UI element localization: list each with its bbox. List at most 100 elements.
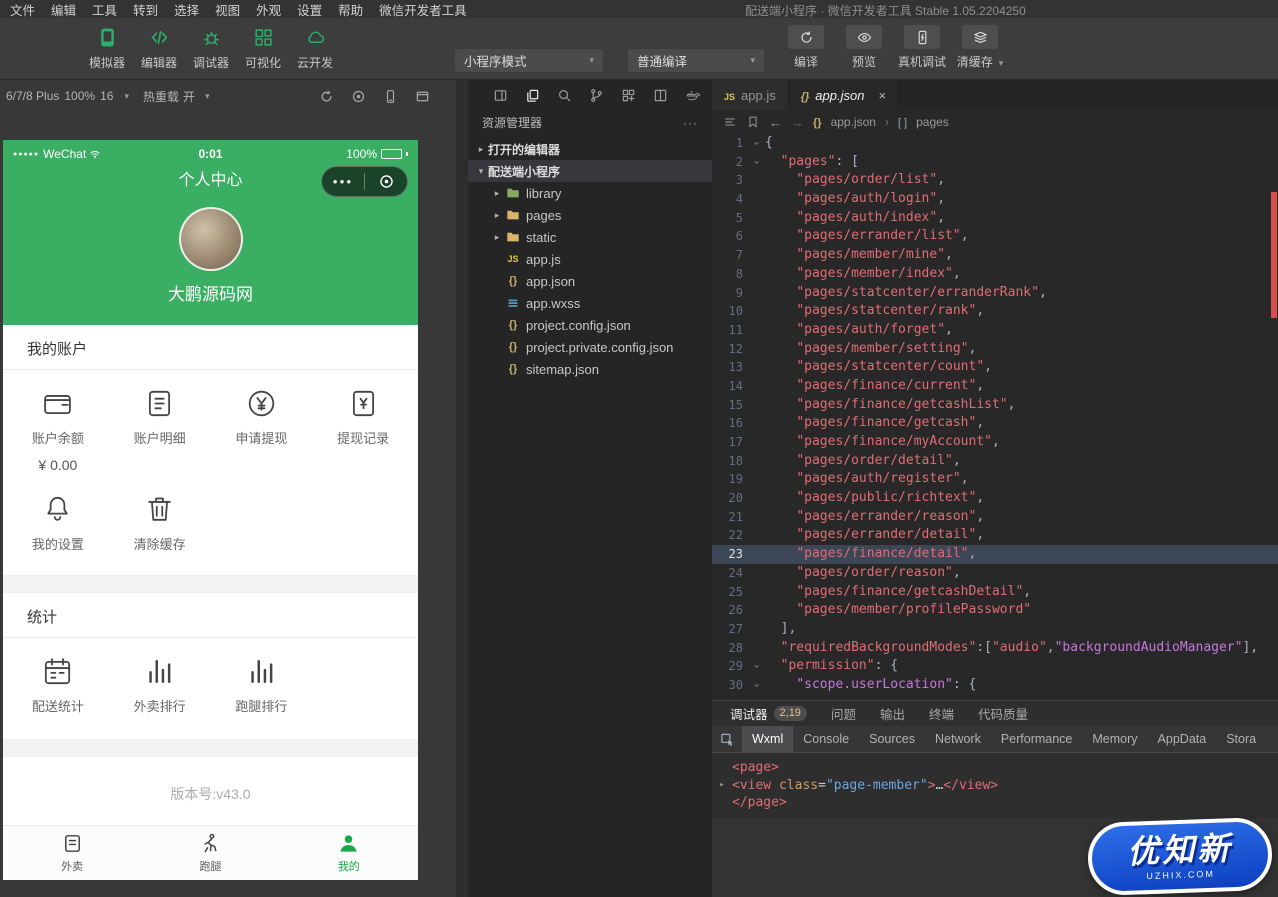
code-line[interactable]: 30 › "scope.userLocation": {	[712, 676, 1278, 695]
wxml-node[interactable]: </page>	[712, 794, 1278, 812]
devtools-tab[interactable]: Console	[793, 726, 859, 752]
menu-item[interactable]: 外观	[256, 0, 281, 19]
files-icon[interactable]	[525, 88, 540, 103]
tree-item[interactable]: ▾ 配送端小程序	[468, 160, 712, 182]
code-line[interactable]: 9 "pages/statcenter/erranderRank",	[712, 284, 1278, 303]
devtools-tab[interactable]: Performance	[991, 726, 1083, 752]
toolbar-button[interactable]: 云开发	[292, 25, 338, 71]
compile-mode-select[interactable]: 普通编译 ▾	[628, 49, 764, 72]
code-line[interactable]: 22 "pages/errander/detail",	[712, 526, 1278, 545]
search-icon[interactable]	[557, 88, 572, 103]
code-line[interactable]: 17 "pages/finance/myAccount",	[712, 433, 1278, 452]
code-line[interactable]: 19 "pages/auth/register",	[712, 470, 1278, 489]
code-line[interactable]: 23 "pages/finance/detail",	[712, 545, 1278, 564]
code-line[interactable]: 26 "pages/member/profilePassword"	[712, 601, 1278, 620]
menu-item[interactable]: 选择	[174, 0, 199, 19]
debugger-tab[interactable]: 问题	[831, 704, 856, 723]
settings-menu-item[interactable]: 清除缓存	[109, 493, 211, 553]
record-icon[interactable]	[351, 89, 366, 104]
code-line[interactable]: 15 "pages/finance/getcashList",	[712, 396, 1278, 415]
editor-tab[interactable]: {} app.json ×	[789, 80, 899, 110]
diff-icon[interactable]	[653, 88, 668, 103]
nav-forward-icon[interactable]: →	[791, 115, 804, 130]
account-menu-item[interactable]: 提现记录	[312, 387, 414, 473]
editor-tab[interactable]: JS app.js	[712, 80, 789, 110]
home-icon[interactable]	[365, 173, 407, 190]
tab-bar-item[interactable]: 我的	[280, 826, 418, 880]
menu-item[interactable]: 工具	[92, 0, 117, 19]
devtools-tab[interactable]: AppData	[1148, 726, 1217, 752]
code-line[interactable]: 18 "pages/order/detail",	[712, 452, 1278, 471]
avatar[interactable]	[179, 207, 243, 271]
devtools-tab[interactable]: Sources	[859, 726, 925, 752]
stats-menu-item[interactable]: 配送统计	[7, 655, 109, 715]
devtools-tab[interactable]: Memory	[1082, 726, 1147, 752]
breadcrumb-node[interactable]: pages	[916, 115, 949, 129]
tree-item[interactable]: {} app.json	[468, 270, 712, 292]
tree-item[interactable]: ▸ pages	[468, 204, 712, 226]
code-line[interactable]: 20 "pages/public/richtext",	[712, 489, 1278, 508]
docker-icon[interactable]	[685, 88, 700, 103]
code-line[interactable]: 21 "pages/errander/reason",	[712, 508, 1278, 527]
stats-menu-item[interactable]: 外卖排行	[109, 655, 211, 715]
tree-item[interactable]: {} project.config.json	[468, 314, 712, 336]
wxml-node[interactable]: <page>	[712, 759, 1278, 777]
stats-menu-item[interactable]: 跑腿排行	[211, 655, 313, 715]
code-line[interactable]: 24 "pages/order/reason",	[712, 564, 1278, 583]
code-line[interactable]: 6 "pages/errander/list",	[712, 227, 1278, 246]
toolbar-button[interactable]: 编辑器	[136, 25, 182, 71]
bookmark-icon[interactable]	[746, 115, 760, 129]
toolbar-action-button[interactable]: 真机调试	[898, 25, 946, 70]
debugger-tab[interactable]: 输出	[880, 704, 905, 723]
devtools-tab[interactable]: Stora	[1216, 726, 1266, 752]
code-line[interactable]: 27 ],	[712, 620, 1278, 639]
more-icon[interactable]: ●●●	[322, 177, 364, 186]
phone-mini-icon[interactable]	[383, 89, 398, 104]
code-line[interactable]: 4 "pages/auth/login",	[712, 190, 1278, 209]
nav-back-icon[interactable]: ←	[769, 115, 782, 130]
menu-item[interactable]: 微信开发者工具	[379, 0, 467, 19]
tree-item[interactable]: {} project.private.config.json	[468, 336, 712, 358]
tree-item[interactable]: ▸ 打开的编辑器	[468, 138, 712, 160]
tree-item[interactable]: JS app.js	[468, 248, 712, 270]
toolbar-button[interactable]: 调试器	[188, 25, 234, 71]
toolbar-button[interactable]: 模拟器	[84, 25, 130, 71]
tab-bar-item[interactable]: 跑腿	[141, 826, 279, 880]
wxml-node[interactable]: ▸ <view class="page-member">…</view>	[712, 777, 1278, 795]
code-line[interactable]: 7 "pages/member/mine",	[712, 246, 1278, 265]
toolbar-action-button[interactable]: 预览	[840, 25, 888, 70]
devtools-tab[interactable]: Wxml	[742, 726, 793, 752]
tree-item[interactable]: app.wxss	[468, 292, 712, 314]
tree-item[interactable]: ▸ static	[468, 226, 712, 248]
account-menu-item[interactable]: 申请提现	[211, 387, 313, 473]
code-line[interactable]: 10 "pages/statcenter/rank",	[712, 302, 1278, 321]
menu-item[interactable]: 视图	[215, 0, 240, 19]
more-actions-icon[interactable]: ···	[683, 116, 698, 130]
menu-item[interactable]: 帮助	[338, 0, 363, 19]
menu-item[interactable]: 编辑	[51, 0, 76, 19]
frame-icon[interactable]	[415, 89, 430, 104]
close-icon[interactable]: ×	[878, 88, 886, 103]
toolbar-action-button[interactable]: 清缓存▾	[956, 25, 1004, 70]
branch-icon[interactable]	[589, 88, 604, 103]
menu-item[interactable]: 转到	[133, 0, 158, 19]
breadcrumb-file[interactable]: app.json	[831, 115, 876, 129]
tab-bar-item[interactable]: 外卖	[3, 826, 141, 880]
menu-item[interactable]: 文件	[10, 0, 35, 19]
zoom-select[interactable]: 100%	[64, 89, 95, 103]
debugger-tab[interactable]: 调试器 2,19	[730, 704, 807, 723]
mode-select[interactable]: 小程序模式 ▾	[455, 49, 603, 72]
extensions-icon[interactable]	[621, 88, 636, 103]
code-line[interactable]: 5 "pages/auth/index",	[712, 209, 1278, 228]
debugger-tab[interactable]: 终端	[929, 704, 954, 723]
code-line[interactable]: 29 › "permission": {	[712, 657, 1278, 676]
code-line[interactable]: 13 "pages/statcenter/count",	[712, 358, 1278, 377]
code-line[interactable]: 8 "pages/member/index",	[712, 265, 1278, 284]
inspect-icon[interactable]	[712, 726, 742, 752]
code-line[interactable]: 2 › "pages": [	[712, 153, 1278, 172]
dpr-select[interactable]: 16	[100, 89, 113, 103]
code-line[interactable]: 1 › {	[712, 134, 1278, 153]
tree-item[interactable]: {} sitemap.json	[468, 358, 712, 380]
refresh-icon[interactable]	[319, 89, 334, 104]
account-menu-item[interactable]: 账户余额 ¥ 0.00	[7, 387, 109, 473]
